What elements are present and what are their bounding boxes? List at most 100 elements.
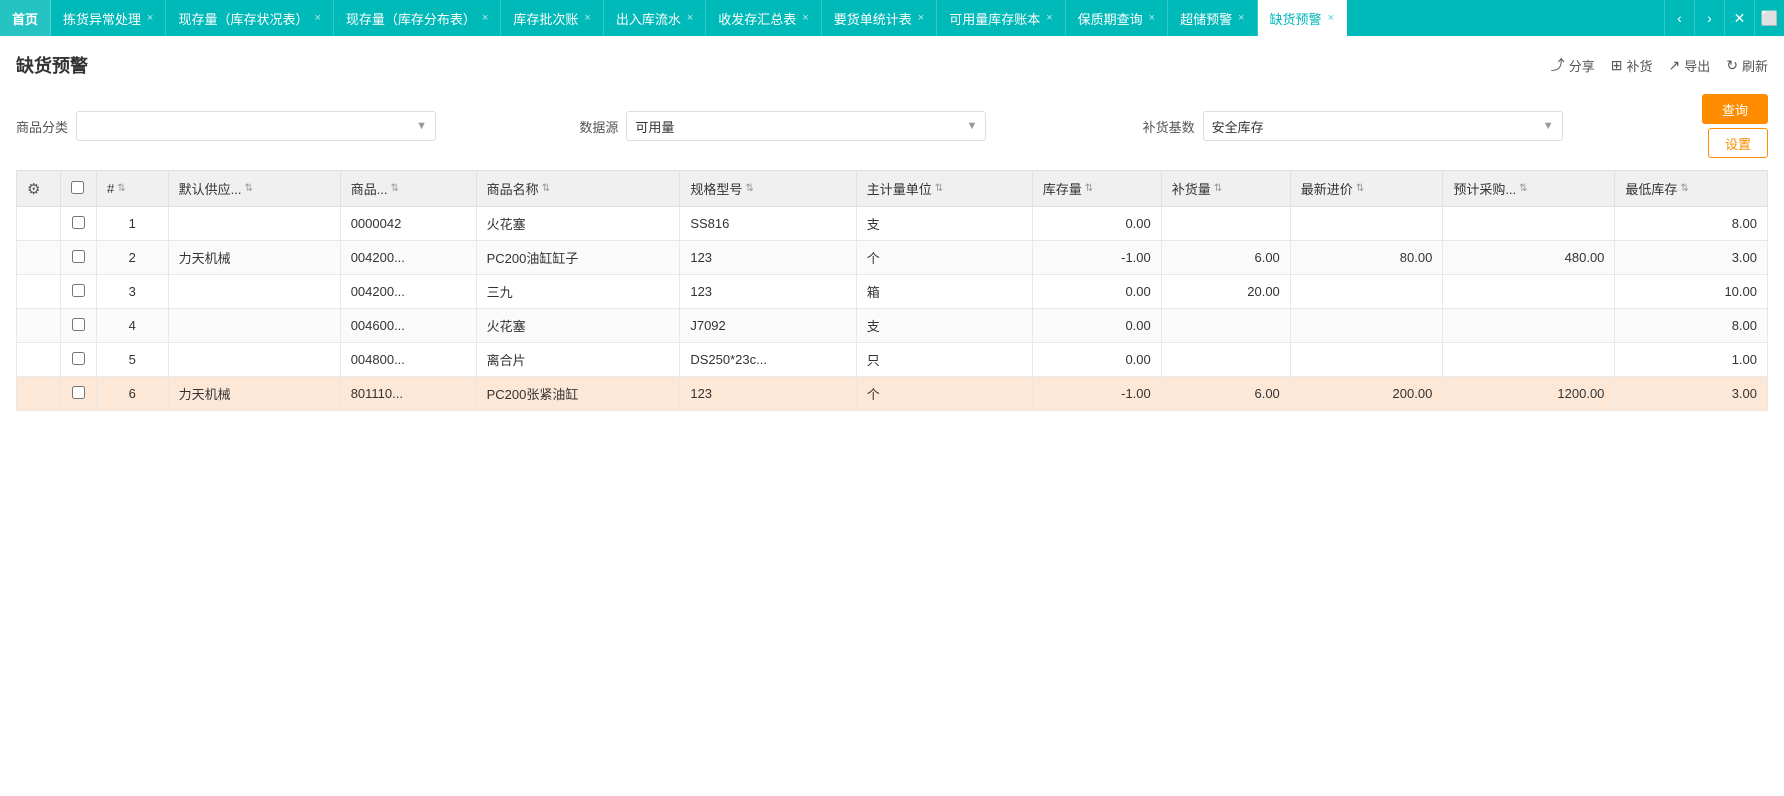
nav-close-available-ledger[interactable]: × xyxy=(1046,12,1052,24)
nav-prev-btn[interactable]: ‹ xyxy=(1664,0,1694,36)
sort-index[interactable]: # ⇅ xyxy=(107,181,126,196)
row-checkbox-1[interactable] xyxy=(72,250,85,263)
nav-item-recv-store-summary[interactable]: 收发存汇总表× xyxy=(706,0,821,36)
td-supplier-1: 力天机械 xyxy=(168,241,340,275)
td-checkbox-1[interactable] xyxy=(61,241,97,275)
td-checkbox-4[interactable] xyxy=(61,343,97,377)
nav-next-btn[interactable]: › xyxy=(1694,0,1724,36)
sort-est_purchase[interactable]: 预计采购... ⇅ xyxy=(1453,179,1527,198)
nav-close-overstock-warning[interactable]: × xyxy=(1238,12,1244,24)
row-checkbox-2[interactable] xyxy=(72,284,85,297)
nav-item-defect-process[interactable]: 拣货异常处理× xyxy=(51,0,166,36)
td-est-purchase-2 xyxy=(1443,275,1615,309)
col-header-product_code: 商品... ⇅ xyxy=(340,171,476,207)
nav-item-overstock-warning[interactable]: 超储预警× xyxy=(1168,0,1257,36)
sort-spec[interactable]: 规格型号 ⇅ xyxy=(690,179,753,198)
share-button[interactable]: ⤴ 分享 xyxy=(1551,55,1595,75)
td-min-stock-2: 10.00 xyxy=(1615,275,1768,309)
nav-item-home[interactable]: 首页 xyxy=(0,0,51,36)
nav-close-inventory-status[interactable]: × xyxy=(314,12,320,24)
td-gear-0 xyxy=(17,207,61,241)
nav-close-defect-process[interactable]: × xyxy=(147,12,153,24)
nav-close-stockout-warning[interactable]: × xyxy=(1328,12,1334,24)
td-supplier-4 xyxy=(168,343,340,377)
select-all-checkbox[interactable] xyxy=(71,181,84,194)
nav-close-in-out-flow[interactable]: × xyxy=(687,12,693,24)
nav-item-inventory-dist[interactable]: 现存量（库存分布表）× xyxy=(334,0,501,36)
settings-button[interactable]: 设置 xyxy=(1708,128,1768,158)
td-min-stock-5: 3.00 xyxy=(1615,377,1768,411)
nav-close-order-stats[interactable]: × xyxy=(918,12,924,24)
nav-close-inventory-dist[interactable]: × xyxy=(482,12,488,24)
nav-item-in-out-flow[interactable]: 出入库流水× xyxy=(604,0,706,36)
page-header: 缺货预警 ⤴ 分享 ⊞ 补货 ↗ 导出 ↻ 刷新 xyxy=(16,52,1768,78)
refresh-button[interactable]: ↻ 刷新 xyxy=(1726,56,1768,75)
nav-item-expiry-query[interactable]: 保质期查询× xyxy=(1066,0,1168,36)
td-name-0: 火花塞 xyxy=(476,207,680,241)
gear-icon[interactable]: ⚙ xyxy=(27,181,40,198)
row-checkbox-3[interactable] xyxy=(72,318,85,331)
nav-item-inventory-status[interactable]: 现存量（库存状况表）× xyxy=(166,0,333,36)
sort-icon-stock: ⇅ xyxy=(1085,183,1093,194)
filter-bar: 商品分类 ▼ 数据源 可用量 ▼ 补货基数 安全库存 ▼ 查询 设置 xyxy=(16,94,1768,158)
replenish-basis-label: 补货基数 xyxy=(1143,117,1195,136)
sort-min_stock[interactable]: 最低库存 ⇅ xyxy=(1625,179,1688,198)
category-select[interactable]: ▼ xyxy=(76,111,436,141)
nav-item-available-ledger[interactable]: 可用量库存账本× xyxy=(937,0,1065,36)
td-supplier-5: 力天机械 xyxy=(168,377,340,411)
sort-unit[interactable]: 主计量单位 ⇅ xyxy=(867,179,943,198)
td-est-purchase-1: 480.00 xyxy=(1443,241,1615,275)
td-checkbox-2[interactable] xyxy=(61,275,97,309)
td-index-1: 2 xyxy=(97,241,169,275)
sort-product_name[interactable]: 商品名称 ⇅ xyxy=(487,179,550,198)
header-actions: ⤴ 分享 ⊞ 补货 ↗ 导出 ↻ 刷新 xyxy=(1551,55,1768,75)
nav-item-stockout-warning[interactable]: 缺货预警× xyxy=(1258,0,1347,36)
td-checkbox-0[interactable] xyxy=(61,207,97,241)
replenish-button[interactable]: ⊞ 补货 xyxy=(1611,56,1653,75)
td-checkbox-3[interactable] xyxy=(61,309,97,343)
td-latest-price-5: 200.00 xyxy=(1290,377,1443,411)
col-header-checkbox[interactable] xyxy=(61,171,97,207)
row-checkbox-4[interactable] xyxy=(72,352,85,365)
nav-close-batch-account[interactable]: × xyxy=(584,12,590,24)
sort-stock[interactable]: 库存量 ⇅ xyxy=(1043,179,1093,198)
nav-maximize-btn[interactable]: ⬜ xyxy=(1754,0,1784,36)
sort-latest_price[interactable]: 最新进价 ⇅ xyxy=(1301,179,1364,198)
td-supplier-3 xyxy=(168,309,340,343)
td-unit-0: 支 xyxy=(856,207,1032,241)
td-code-4: 004800... xyxy=(340,343,476,377)
nav-close-recv-store-summary[interactable]: × xyxy=(802,12,808,24)
sort-icon-replenish_qty: ⇅ xyxy=(1214,183,1222,194)
row-checkbox-0[interactable] xyxy=(72,216,85,229)
td-latest-price-3 xyxy=(1290,309,1443,343)
export-button[interactable]: ↗ 导出 xyxy=(1669,56,1711,75)
td-spec-1: 123 xyxy=(680,241,856,275)
col-header-est_purchase: 预计采购... ⇅ xyxy=(1443,171,1615,207)
td-index-2: 3 xyxy=(97,275,169,309)
col-header-stock: 库存量 ⇅ xyxy=(1032,171,1161,207)
td-name-2: 三九 xyxy=(476,275,680,309)
sort-replenish_qty[interactable]: 补货量 ⇅ xyxy=(1172,179,1222,198)
refresh-icon: ↻ xyxy=(1726,57,1738,74)
td-spec-5: 123 xyxy=(680,377,856,411)
datasource-select[interactable]: 可用量 ▼ xyxy=(626,111,986,141)
table-row: 10000042火花塞SS816支0.008.00 xyxy=(17,207,1768,241)
nav-item-order-stats[interactable]: 要货单统计表× xyxy=(822,0,937,36)
sort-default_supplier[interactable]: 默认供应... ⇅ xyxy=(179,179,253,198)
nav-close-btn[interactable]: ✕ xyxy=(1724,0,1754,36)
nav-item-batch-account[interactable]: 库存批次账× xyxy=(501,0,603,36)
td-name-4: 离合片 xyxy=(476,343,680,377)
td-index-4: 5 xyxy=(97,343,169,377)
table-row: 3004200...三九123箱0.0020.0010.00 xyxy=(17,275,1768,309)
td-checkbox-5[interactable] xyxy=(61,377,97,411)
replenish-basis-value: 安全库存 xyxy=(1212,117,1543,136)
datasource-filter-group: 数据源 可用量 ▼ xyxy=(559,111,1122,141)
row-checkbox-5[interactable] xyxy=(72,386,85,399)
query-button[interactable]: 查询 xyxy=(1702,94,1768,124)
col-header-gear[interactable]: ⚙ xyxy=(17,171,61,207)
td-unit-3: 支 xyxy=(856,309,1032,343)
replenish-basis-select[interactable]: 安全库存 ▼ xyxy=(1203,111,1563,141)
td-code-0: 0000042 xyxy=(340,207,476,241)
sort-product_code[interactable]: 商品... ⇅ xyxy=(351,179,399,198)
nav-close-expiry-query[interactable]: × xyxy=(1149,12,1155,24)
